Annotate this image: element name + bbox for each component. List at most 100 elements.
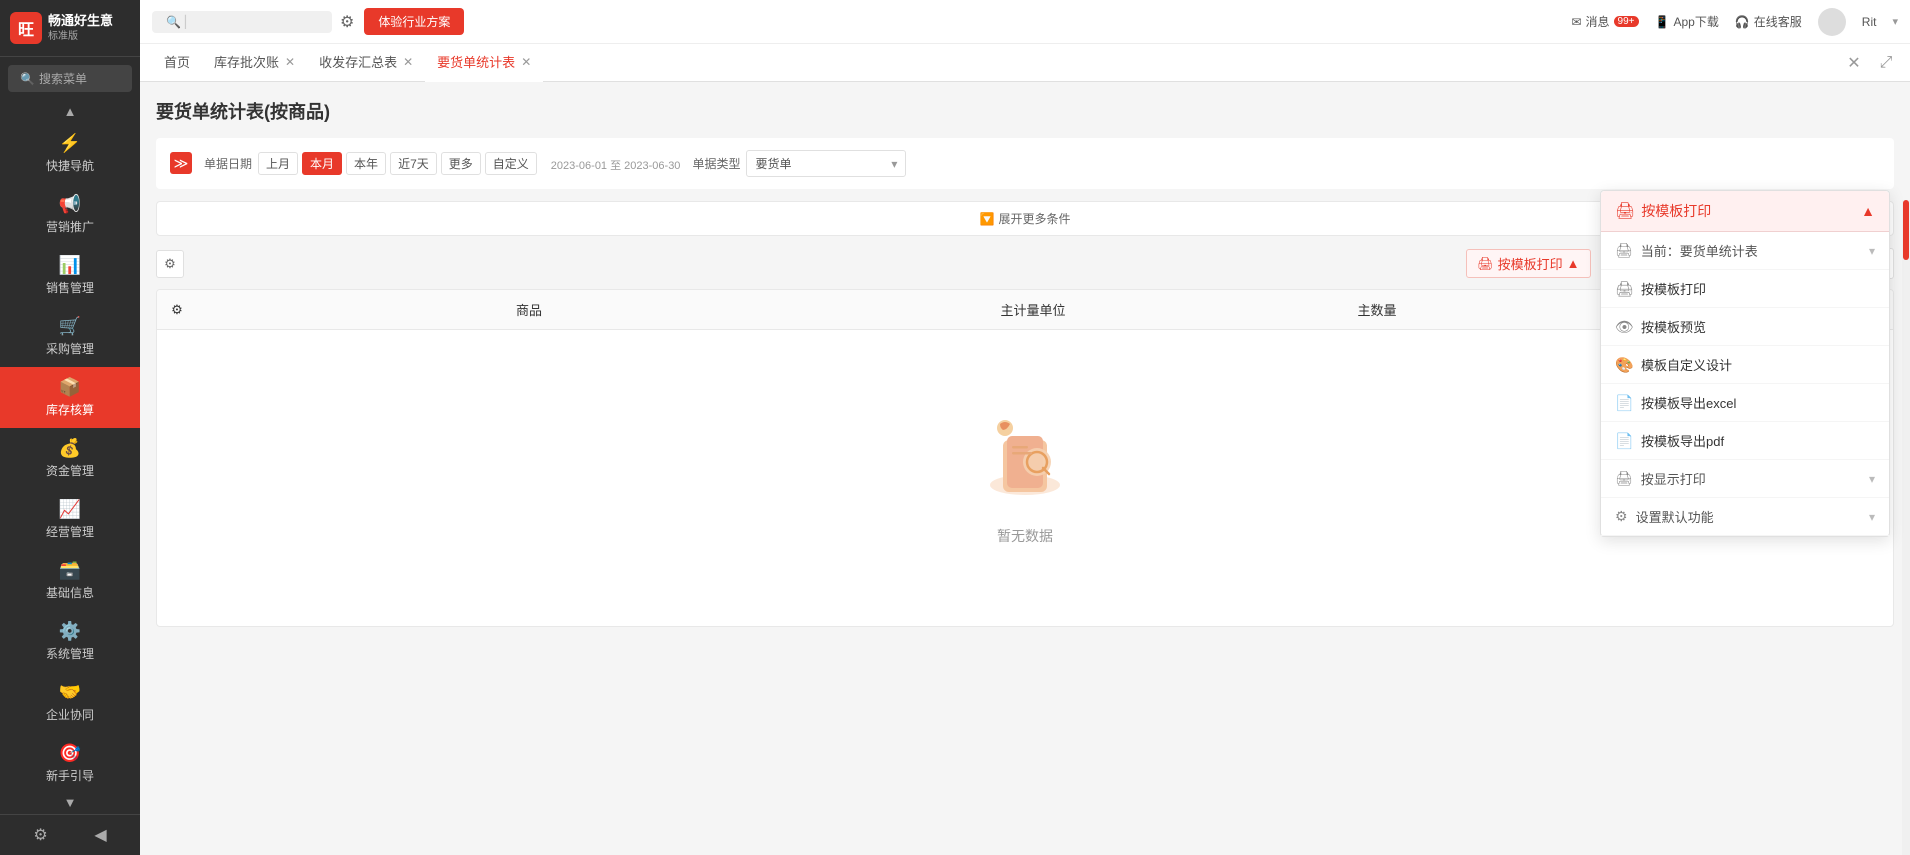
dropdown-current-template[interactable]: 🖨 当前：要货单统计表 ▾ [1601,232,1889,270]
dropdown-display-print[interactable]: 🖨 按显示打印 ▾ [1601,460,1889,498]
date-this-year[interactable]: 本年 [346,152,386,175]
search-label: 搜索菜单 [39,70,87,87]
sidebar-item-label: 销售管理 [46,279,94,296]
date-current-month[interactable]: 本月 [302,152,342,175]
industry-btn[interactable]: 体验行业方案 [364,8,464,35]
maximize-btn[interactable]: ⤢ [1874,51,1898,75]
sidebar-item-system[interactable]: ⚙️ 系统管理 [0,611,140,672]
print-btn[interactable]: 🖨 按模板打印 ▲ [1466,249,1590,278]
app-download-btn[interactable]: 📱 App下载 [1655,13,1719,30]
dropdown-default-fn[interactable]: ⚙ 设置默认功能 ▾ [1601,498,1889,536]
print-chevron: ▲ [1567,256,1580,271]
tab-inventory-batch-close[interactable]: ✕ [285,56,295,68]
dropdown-template-preview[interactable]: 👁 按模板预览 [1601,308,1889,346]
brand-name: 畅通好生意 [48,12,113,30]
template-excel-icon: 📄 [1615,394,1633,412]
sidebar-item-inventory[interactable]: 📦 库存核算 [0,367,140,428]
print-icon: 🖨 [1477,256,1494,272]
dropdown-template-print[interactable]: 🖨 按模板打印 [1601,270,1889,308]
footer-collapse-btn[interactable]: ◀ [94,825,106,845]
date-custom[interactable]: 自定义 [485,152,537,175]
type-select[interactable]: 要货单 ▾ [746,150,906,177]
filter-bar: ≫ 单据日期 上月 本月 本年 近7天 更多 自定义 2023-06-01 至 … [156,138,1894,189]
sidebar-item-base[interactable]: 🗃️ 基础信息 [0,550,140,611]
current-template-label: 当前：要货单统计表 [1641,241,1869,260]
dropdown-header-title: 按模板打印 [1641,201,1861,221]
dropdown-template-pdf[interactable]: 📄 按模板导出pdf [1601,422,1889,460]
sidebar-item-collab[interactable]: 🤝 企业协同 [0,672,140,733]
download-icon: 📱 [1655,15,1670,29]
sidebar-item-label: 营销推广 [46,218,94,235]
service-icon: 🎧 [1735,15,1750,29]
toolbar-settings-btn[interactable]: ⚙ [156,250,184,278]
right-scrollbar[interactable] [1902,200,1910,855]
sidebar-item-quick-nav[interactable]: ⚡ 快捷导航 [0,123,140,184]
message-btn[interactable]: ✉ 消息 99+ [1571,13,1638,30]
tab-home-label: 首页 [164,52,190,71]
dropdown-collapse-btn[interactable]: ▲ [1861,203,1875,219]
sidebar-item-finance[interactable]: 💰 资金管理 [0,428,140,489]
user-avatar[interactable] [1818,8,1846,36]
topbar-search[interactable]: 🔍 ▏ [152,11,332,33]
footer-settings-btn[interactable]: ⚙ [33,825,47,845]
date-options: 上月 本月 本年 近7天 更多 自定义 [258,152,537,175]
type-filter-group: 单据类型 要货单 ▾ [692,150,906,177]
sidebar-item-label: 企业协同 [46,706,94,723]
sidebar-item-label: 资金管理 [46,462,94,479]
sidebar-item-label: 基础信息 [46,584,94,601]
dropdown-template-excel[interactable]: 📄 按模板导出excel [1601,384,1889,422]
default-fn-arrow: ▾ [1869,510,1875,524]
sidebar-item-sales[interactable]: 📊 销售管理 [0,245,140,306]
sidebar-item-purchase[interactable]: 🛒 采购管理 [0,306,140,367]
date-more[interactable]: 更多 [441,152,481,175]
username-chevron[interactable]: ▾ [1892,15,1898,28]
date-prev-month[interactable]: 上月 [258,152,298,175]
scroll-down-btn[interactable]: ▼ [0,791,140,814]
template-pdf-icon: 📄 [1615,432,1633,450]
expand-more-icon: 🔽 [980,212,995,226]
close-all-btn[interactable]: ✕ [1842,51,1866,75]
sidebar-item-label: 快捷导航 [46,157,94,174]
sidebar-item-operations[interactable]: 📈 经营管理 [0,489,140,550]
type-select-arrow: ▾ [891,157,897,171]
tab-order-stats[interactable]: 要货单统计表 ✕ [425,44,543,82]
search-icon: 🔍 [20,72,35,86]
page-title: 要货单统计表(按商品) [156,98,1894,124]
marketing-icon: 📢 [59,194,81,215]
empty-text: 暂无数据 [997,526,1053,546]
topbar-settings-btn[interactable]: ⚙ [340,12,354,32]
tab-inventory-batch[interactable]: 库存批次账 ✕ [202,44,307,82]
customer-service-btn[interactable]: 🎧 在线客服 [1735,13,1802,30]
tab-order-stats-close[interactable]: ✕ [521,56,531,68]
tab-home[interactable]: 首页 [152,44,202,82]
filter-expand-btn[interactable]: ≫ [170,152,192,174]
sidebar-search[interactable]: 🔍 搜索菜单 [8,65,132,92]
sales-icon: 📊 [59,255,81,276]
base-icon: 🗃️ [59,560,81,581]
main-content: 🔍 ▏ ⚙ 体验行业方案 ✉ 消息 99+ 📱 App下载 🎧 在线客服 Rit… [140,0,1910,855]
template-excel-label: 按模板导出excel [1641,393,1875,412]
brand-sub: 标准版 [48,30,113,44]
settings-icon: ⚙ [164,256,176,272]
dropdown-header-icon: 🖨 [1615,201,1635,221]
username[interactable]: Rit [1862,15,1877,29]
date-last7[interactable]: 近7天 [390,152,437,175]
scroll-up-btn[interactable]: ▲ [0,100,140,123]
sidebar: 旺 畅通好生意 标准版 🔍 搜索菜单 ▲ ⚡ 快捷导航 📢 营销推广 📊 销售管… [0,0,140,855]
system-icon: ⚙️ [59,621,81,642]
col-settings[interactable]: ⚙ [157,302,197,318]
tab-collection-summary[interactable]: 收发存汇总表 ✕ [307,44,425,82]
print-dropdown-panel: 🖨 按模板打印 ▲ 🖨 当前：要货单统计表 ▾ 🖨 按模板打印 👁 按模板预览 … [1600,190,1890,537]
sidebar-footer: ⚙ ◀ [0,814,140,855]
tab-collection-summary-close[interactable]: ✕ [403,56,413,68]
template-print-label: 按模板打印 [1641,279,1875,298]
template-pdf-label: 按模板导出pdf [1641,431,1875,450]
sidebar-item-marketing[interactable]: 📢 营销推广 [0,184,140,245]
type-select-value: 要货单 [755,155,791,172]
app-download-label: App下载 [1673,13,1718,30]
sidebar-item-guide[interactable]: 🎯 新手引导 [0,733,140,791]
empty-icon [975,410,1075,510]
guide-icon: 🎯 [59,743,81,764]
dropdown-template-custom[interactable]: 🎨 模板自定义设计 [1601,346,1889,384]
display-print-icon: 🖨 [1615,470,1633,487]
